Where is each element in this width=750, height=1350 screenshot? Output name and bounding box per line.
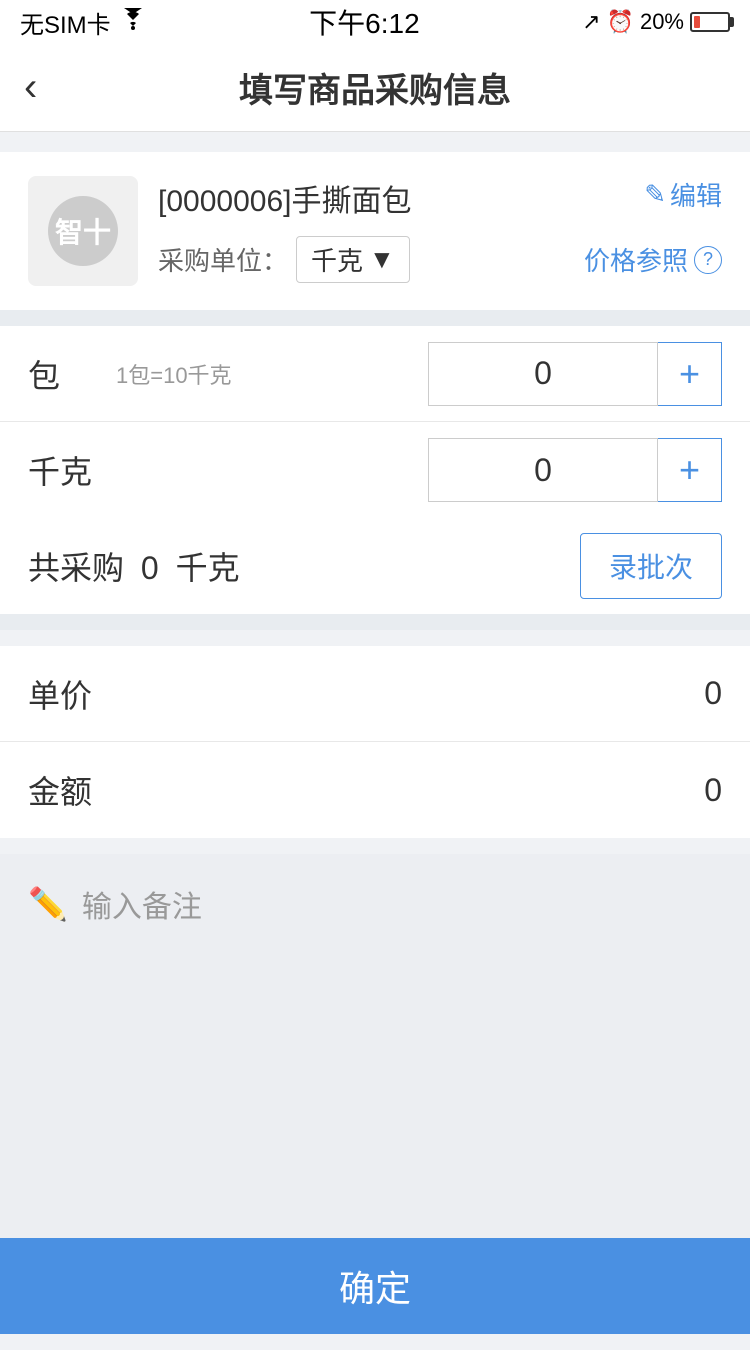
bag-input-row: 包 1包=10千克 +	[0, 326, 750, 422]
remark-section[interactable]: ✏️ 输入备注	[0, 854, 750, 954]
status-time: 下午6:12	[309, 2, 420, 42]
wifi-icon	[119, 8, 147, 37]
edit-label: 编辑	[670, 176, 722, 213]
status-bar: 无SIM卡 下午6:12 ↗ ⏰ 20%	[0, 0, 750, 44]
unit-select[interactable]: 千克 ▼	[296, 236, 410, 283]
question-icon: ?	[694, 246, 722, 274]
kg-input-row: 千克 +	[0, 422, 750, 518]
price-section: 单价 0 金额 0	[0, 646, 750, 838]
amount-row: 金额 0	[0, 742, 750, 838]
confirm-button[interactable]: 确定	[0, 1238, 750, 1334]
carrier-text: 无SIM卡	[20, 5, 111, 40]
product-info: [0000006]手撕面包 ✎ 编辑 采购单位： 千克 ▼ 价格参照 ?	[158, 176, 722, 283]
unit-price-row: 单价 0	[0, 646, 750, 742]
back-button[interactable]: ‹	[24, 65, 37, 110]
unit-price-label: 单价	[28, 671, 92, 717]
kg-label: 千克	[28, 447, 108, 493]
kg-number-input[interactable]	[428, 438, 658, 502]
pencil-icon: ✏️	[28, 885, 68, 923]
bag-sublabel: 1包=10千克	[116, 358, 428, 390]
kg-plus-button[interactable]: +	[658, 438, 722, 502]
price-ref-label: 价格参照	[584, 241, 688, 278]
bag-label: 包	[28, 351, 108, 397]
nav-bar: ‹ 填写商品采购信息	[0, 44, 750, 132]
product-name: [0000006]手撕面包	[158, 176, 411, 220]
bag-number-input[interactable]	[428, 342, 658, 406]
kg-input-control: +	[428, 438, 722, 502]
edit-button[interactable]: ✎ 编辑	[644, 176, 722, 213]
remark-placeholder: 输入备注	[82, 882, 202, 926]
battery-icon	[690, 12, 730, 32]
summary-unit: 千克	[176, 550, 240, 586]
content-area	[0, 954, 750, 1254]
product-thumbnail: 智十	[28, 176, 138, 286]
product-card: 智十 [0000006]手撕面包 ✎ 编辑 采购单位： 千克 ▼	[0, 152, 750, 310]
summary-amount: 0	[141, 550, 159, 586]
section-separator-1	[0, 310, 750, 326]
page-title: 填写商品采购信息	[239, 63, 511, 112]
purchase-unit-label: 采购单位：	[158, 241, 288, 278]
bag-plus-button[interactable]: +	[658, 342, 722, 406]
summary-row: 共采购 0 千克 录批次	[0, 518, 750, 614]
amount-value: 0	[704, 772, 722, 809]
unit-price-value: 0	[704, 675, 722, 712]
price-reference-button[interactable]: 价格参照 ?	[584, 241, 722, 278]
battery-text: 20%	[640, 9, 684, 35]
edit-icon: ✎	[644, 179, 666, 210]
chevron-down-icon: ▼	[369, 244, 395, 275]
status-left: 无SIM卡	[20, 5, 147, 40]
bag-input-control: +	[428, 342, 722, 406]
product-thumb-text: 智十	[48, 196, 118, 266]
alarm-icon: ⏰	[607, 9, 634, 35]
amount-label: 金额	[28, 767, 92, 813]
status-right: ↗ ⏰ 20%	[582, 9, 730, 35]
summary-text: 共采购 0 千克	[28, 543, 240, 589]
unit-value: 千克	[311, 241, 363, 278]
input-section: 包 1包=10千克 + 千克 +	[0, 326, 750, 518]
section-separator-2	[0, 614, 750, 630]
summary-prefix: 共采购	[28, 550, 124, 586]
batch-record-button[interactable]: 录批次	[580, 533, 722, 599]
location-icon: ↗	[582, 9, 600, 35]
